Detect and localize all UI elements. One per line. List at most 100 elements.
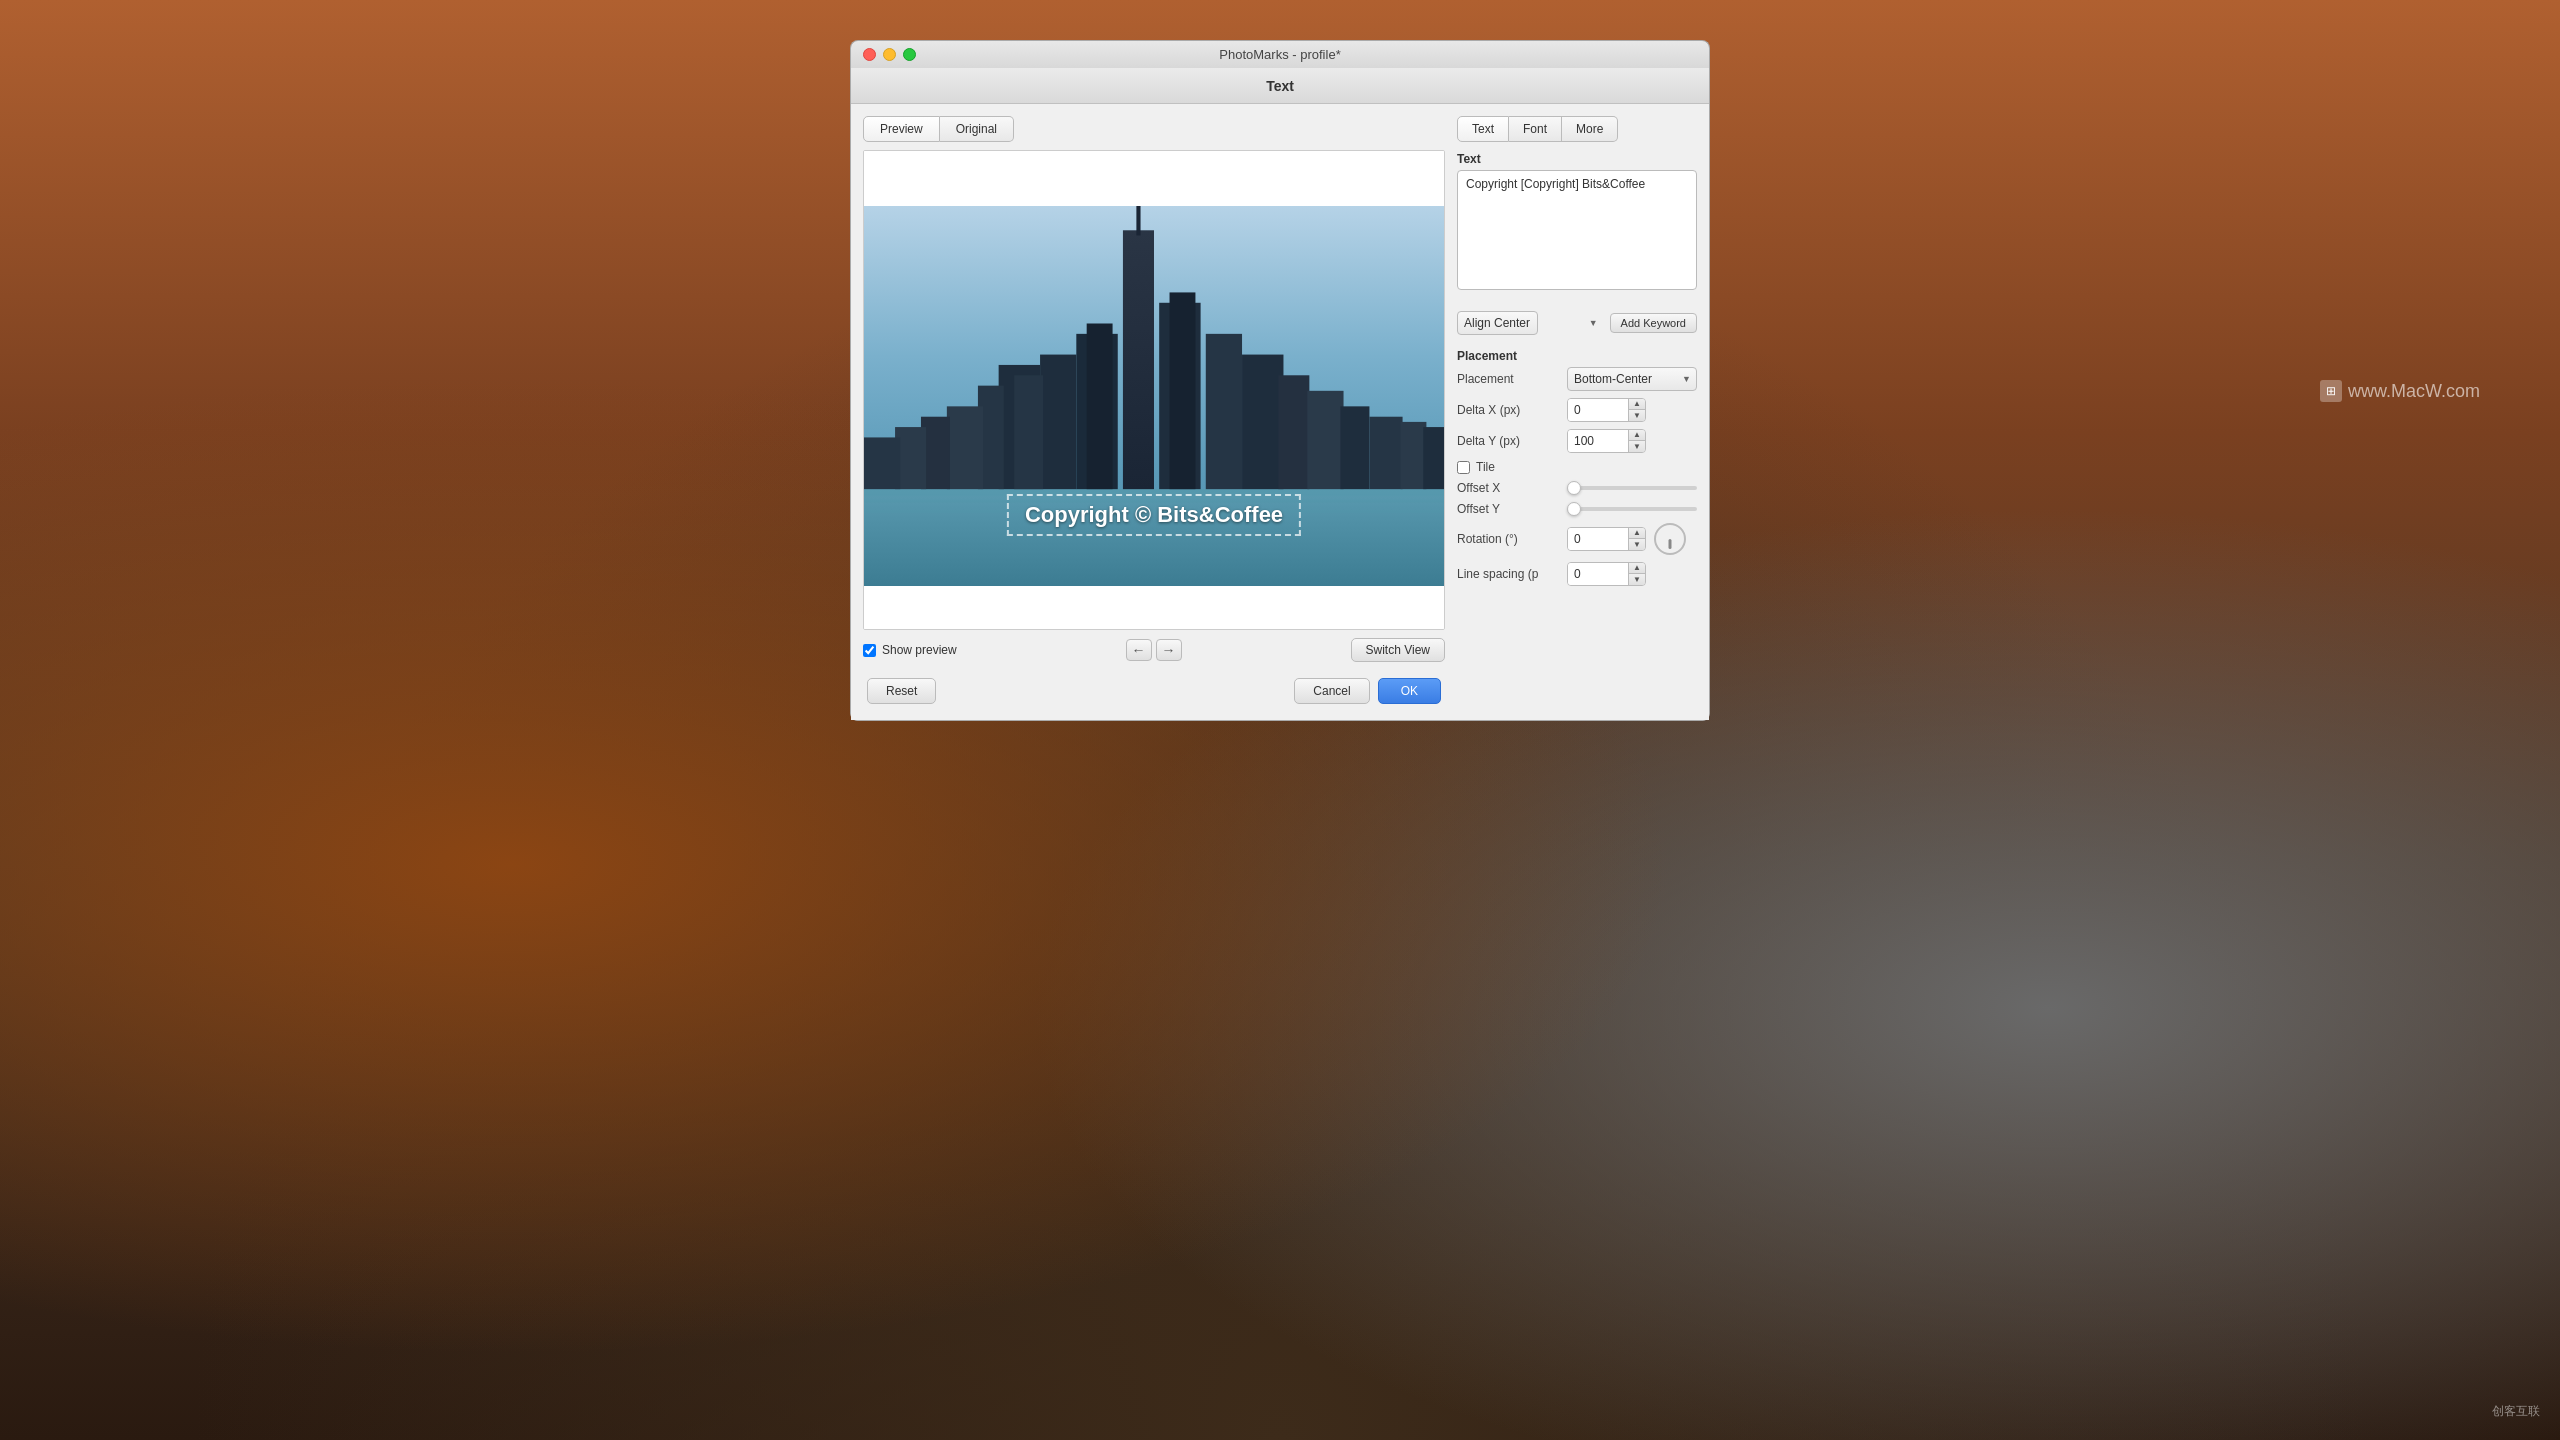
rotation-down[interactable]: ▼	[1629, 539, 1645, 550]
close-button[interactable]	[863, 48, 876, 61]
rotation-input[interactable]	[1568, 528, 1628, 550]
tab-more[interactable]: More	[1562, 116, 1618, 142]
tab-original[interactable]: Original	[940, 116, 1014, 142]
svg-rect-15	[1170, 292, 1196, 489]
offset-y-thumb	[1567, 502, 1581, 516]
bottom-buttons: Reset Cancel OK	[863, 670, 1445, 708]
line-spacing-up[interactable]: ▲	[1629, 563, 1645, 574]
offset-x-label: Offset X	[1457, 481, 1567, 495]
prev-button[interactable]: ←	[1126, 639, 1152, 661]
delta-x-row: Delta X (px) ▲ ▼	[1457, 398, 1697, 422]
watermark-icon: ⊞	[2320, 380, 2342, 402]
svg-rect-7	[1014, 375, 1043, 489]
svg-rect-16	[1206, 334, 1242, 489]
svg-rect-20	[1340, 406, 1369, 489]
delta-x-input[interactable]	[1568, 399, 1628, 421]
svg-rect-22	[1401, 422, 1427, 489]
window-controls	[863, 48, 916, 61]
action-buttons: Cancel OK	[1294, 678, 1441, 704]
tile-checkbox[interactable]	[1457, 461, 1470, 474]
svg-rect-21	[1369, 417, 1402, 490]
svg-rect-8	[947, 406, 983, 489]
svg-rect-19	[1307, 391, 1343, 489]
svg-rect-11	[864, 437, 900, 489]
dialog-title: Text	[1266, 78, 1294, 94]
add-keyword-button[interactable]: Add Keyword	[1610, 313, 1697, 333]
rotation-input-wrapper: ▲ ▼	[1567, 527, 1646, 551]
image-watermark-overlay: Copyright © Bits&Coffee	[1007, 494, 1301, 536]
next-button[interactable]: →	[1156, 639, 1182, 661]
cancel-button[interactable]: Cancel	[1294, 678, 1369, 704]
offset-x-slider[interactable]	[1567, 486, 1697, 490]
site-watermark: ⊞ www.MacW.com	[2320, 380, 2480, 402]
maximize-button[interactable]	[903, 48, 916, 61]
reset-button[interactable]: Reset	[867, 678, 936, 704]
delta-y-down[interactable]: ▼	[1629, 441, 1645, 452]
placement-select-wrapper: Top-Left Top-Center Top-Right Center-Lef…	[1567, 367, 1697, 391]
delta-y-label: Delta Y (px)	[1457, 434, 1567, 448]
offset-y-slider[interactable]	[1567, 507, 1697, 511]
svg-rect-18	[1278, 375, 1309, 489]
delta-y-input[interactable]	[1568, 430, 1628, 452]
preview-image: Copyright © Bits&Coffee	[864, 206, 1444, 586]
text-controls: Align Left Align Center Align Right Add …	[1457, 311, 1697, 335]
right-panel: Text Font More Text Copyright [Copyright…	[1457, 116, 1697, 708]
dialog-body: Preview Original	[851, 104, 1709, 720]
offset-y-label: Offset Y	[1457, 502, 1567, 516]
delta-x-up[interactable]: ▲	[1629, 399, 1645, 410]
window-title: PhotoMarks - profile*	[1219, 47, 1340, 62]
line-spacing-label: Line spacing (p	[1457, 567, 1567, 581]
main-window: PhotoMarks - profile* Text Preview Origi…	[850, 40, 1710, 721]
watermark-text: www.MacW.com	[2348, 381, 2480, 402]
align-dropdown[interactable]: Align Left Align Center Align Right	[1457, 311, 1538, 335]
delta-y-up[interactable]: ▲	[1629, 430, 1645, 441]
placement-section: Placement Placement Top-Left Top-Center …	[1457, 349, 1697, 593]
text-input[interactable]: Copyright [Copyright] Bits&Coffee	[1457, 170, 1697, 290]
tab-preview[interactable]: Preview	[863, 116, 940, 142]
text-section-label: Text	[1457, 152, 1697, 166]
nav-buttons: ← →	[1126, 639, 1182, 661]
bottom-watermark: 创客互联	[2492, 1403, 2540, 1420]
minimize-button[interactable]	[883, 48, 896, 61]
delta-x-label: Delta X (px)	[1457, 403, 1567, 417]
switch-view-button[interactable]: Switch View	[1351, 638, 1445, 662]
right-tabs: Text Font More	[1457, 116, 1697, 142]
title-bar: PhotoMarks - profile*	[850, 40, 1710, 68]
placement-row: Placement Top-Left Top-Center Top-Right …	[1457, 367, 1697, 391]
svg-rect-6	[1040, 355, 1076, 490]
align-select-wrapper: Align Left Align Center Align Right	[1457, 311, 1604, 335]
show-preview-checkbox[interactable]	[863, 644, 876, 657]
svg-rect-17	[1242, 355, 1283, 490]
text-section: Text Copyright [Copyright] Bits&Coffee	[1457, 152, 1697, 293]
line-spacing-stepper: ▲ ▼	[1628, 563, 1645, 585]
tile-row: Tile	[1457, 460, 1697, 474]
tile-label: Tile	[1476, 460, 1495, 474]
delta-y-stepper: ▲ ▼	[1628, 430, 1645, 452]
delta-x-input-wrapper: ▲ ▼	[1567, 398, 1646, 422]
show-preview-control: Show preview	[863, 643, 957, 657]
line-spacing-down[interactable]: ▼	[1629, 574, 1645, 585]
placement-dropdown[interactable]: Top-Left Top-Center Top-Right Center-Lef…	[1567, 367, 1697, 391]
rotation-row: Rotation (°) ▲ ▼	[1457, 523, 1697, 555]
dialog-window: Text Preview Original	[850, 68, 1710, 721]
delta-y-row: Delta Y (px) ▲ ▼	[1457, 429, 1697, 453]
line-spacing-input[interactable]	[1568, 563, 1628, 585]
left-panel: Preview Original	[863, 116, 1445, 708]
tab-text[interactable]: Text	[1457, 116, 1509, 142]
delta-x-down[interactable]: ▼	[1629, 410, 1645, 421]
svg-rect-13	[1087, 324, 1113, 490]
line-spacing-input-wrapper: ▲ ▼	[1567, 562, 1646, 586]
rotation-dial[interactable]	[1654, 523, 1686, 555]
offset-y-row: Offset Y	[1457, 502, 1697, 516]
rotation-up[interactable]: ▲	[1629, 528, 1645, 539]
svg-rect-23	[1423, 427, 1444, 489]
rotation-label: Rotation (°)	[1457, 532, 1567, 546]
tab-font[interactable]: Font	[1509, 116, 1562, 142]
placement-section-label: Placement	[1457, 349, 1697, 363]
placement-label: Placement	[1457, 372, 1567, 386]
show-preview-label: Show preview	[882, 643, 957, 657]
preview-top-padding	[864, 151, 1444, 206]
rotation-stepper: ▲ ▼	[1628, 528, 1645, 550]
delta-x-stepper: ▲ ▼	[1628, 399, 1645, 421]
ok-button[interactable]: OK	[1378, 678, 1441, 704]
